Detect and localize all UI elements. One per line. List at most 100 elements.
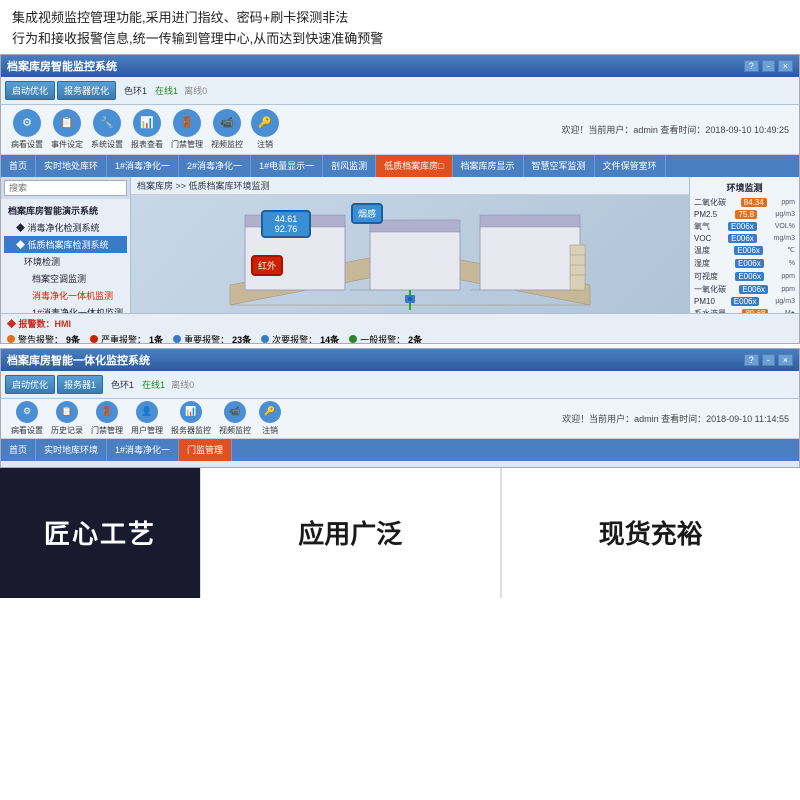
tree-node-lowarch[interactable]: ◆ 低质档案库检测系统 <box>4 236 127 253</box>
lower-history-item[interactable]: 📋 历史记录 <box>51 401 83 436</box>
event-icon-item[interactable]: 📋 事件设定 <box>51 109 83 150</box>
sidebar-tree: 档案库房智能演示系统 ◆ 消毒净化检测系统 ◆ 低质档案库检测系统 环境检测 档… <box>1 199 130 313</box>
left-sidebar: 档案库房智能演示系统 ◆ 消毒净化检测系统 ◆ 低质档案库检测系统 环境检测 档… <box>1 177 131 313</box>
env-pm25-unit: μg/m3 <box>775 211 795 218</box>
alert-panel: ◆ 报警数：HMI 警告报警： 9条 严重报警： 1条 重要报警： 23条 次要… <box>1 313 799 344</box>
toolbar-server-btn[interactable]: 报务器优化 <box>57 81 116 100</box>
door-icon: 🚪 <box>173 109 201 137</box>
general-count: 2条 <box>408 333 422 344</box>
lower-toolbar-optimize-btn[interactable]: 启动优化 <box>5 375 55 394</box>
lower-close-btn[interactable]: × <box>778 354 793 366</box>
env-temp-row: 温度 E006x ℃ <box>694 245 795 256</box>
tree-node-root[interactable]: 档案库房智能演示系统 <box>4 202 127 219</box>
nav-tab-disinfect2[interactable]: 2#消毒净化一 <box>179 155 251 177</box>
env-co-unit: ppm <box>781 286 795 293</box>
search-input[interactable] <box>4 180 127 196</box>
nav-tab-disinfect1[interactable]: 1#消毒净化一 <box>107 155 179 177</box>
video-icon-item[interactable]: 📹 视频监控 <box>211 109 243 150</box>
nav-tab-home[interactable]: 首页 <box>1 155 36 177</box>
env-pm10-unit: μg/m3 <box>775 298 795 305</box>
env-voc-row: VOC E006x mg/m3 <box>694 234 795 243</box>
tree-node-ac[interactable]: 档案空调监测 <box>4 270 127 287</box>
toolbar-optimize-btn[interactable]: 启动优化 <box>5 81 55 100</box>
tree-node-disinfect-unit[interactable]: 消毒净化一体机监测 <box>4 287 127 304</box>
top-text-line1: 集成视频监控管理功能,采用进门指纹、密码+刷卡探测非法 <box>12 8 788 29</box>
help-btn[interactable]: ? <box>744 60 759 72</box>
minimize-btn[interactable]: - <box>762 60 775 72</box>
env-voc-unit: mg/m3 <box>774 235 795 242</box>
logout-label: 注销 <box>257 139 273 150</box>
lower-nav-disinfect[interactable]: 1#消毒净化一 <box>107 439 179 461</box>
warning-count: 9条 <box>66 333 80 344</box>
system-icon: 🔧 <box>93 109 121 137</box>
sensor-ir-label: 红外 <box>258 261 276 271</box>
tree-node-disinfect1[interactable]: 1#消毒净化一体机监测 <box>4 304 127 313</box>
settings-label: 病看设置 <box>11 139 43 150</box>
lower-server-item[interactable]: 📊 报务器监控 <box>171 401 211 436</box>
nav-tab-lowarch[interactable]: 低质档案库房□ <box>376 155 452 177</box>
env-visibility-label: 可视度 <box>694 271 718 282</box>
lower-minimize-btn[interactable]: - <box>762 354 775 366</box>
nav-tab-smart[interactable]: 智慧空军监测 <box>524 155 595 177</box>
minor-dot <box>261 335 269 343</box>
system-icon-item[interactable]: 🔧 系统设置 <box>91 109 123 150</box>
lower-logout-label: 注销 <box>262 425 278 436</box>
lower-toolbar: 启动优化 报务器1 色环1 在线1 离线0 <box>1 371 799 399</box>
nav-tab-power[interactable]: 1#电量显示一 <box>251 155 323 177</box>
close-btn[interactable]: × <box>778 60 793 72</box>
3d-floorplan: 44.61 92.76 烟感 红外 <box>131 195 689 313</box>
tree-node-disinfect[interactable]: ◆ 消毒净化检测系统 <box>4 219 127 236</box>
general-label: 一般报警： <box>360 333 405 344</box>
nav-tab-file[interactable]: 文件保管室环 <box>595 155 666 177</box>
lower-user-label: 用户管理 <box>131 425 163 436</box>
env-pm10-row: PM10 E006x μg/m3 <box>694 297 795 306</box>
lower-video-item[interactable]: 📹 视频监控 <box>219 401 251 436</box>
env-temp-label: 温度 <box>694 245 710 256</box>
critical-count: 1条 <box>149 333 163 344</box>
door-icon-item[interactable]: 🚪 门禁管理 <box>171 109 203 150</box>
lower-door-item[interactable]: 🚪 门禁管理 <box>91 401 123 436</box>
lower-nav-door[interactable]: 门监管理 <box>179 439 232 461</box>
env-pm25-label: PM2.5 <box>694 210 717 219</box>
env-co-row: 一氧化碳 E006x ppm <box>694 284 795 295</box>
nav-tab-realtime[interactable]: 实时地处库环 <box>36 155 107 177</box>
lower-nav-home[interactable]: 首页 <box>1 439 36 461</box>
lower-help-btn[interactable]: ? <box>744 354 759 366</box>
marketing-right-text: 现货充裕 <box>599 514 703 551</box>
lower-nav-realtime[interactable]: 实时地库环境 <box>36 439 107 461</box>
lower-logout-item[interactable]: 🔑 注销 <box>259 401 281 436</box>
content-area: 档案库房智能演示系统 ◆ 消毒净化检测系统 ◆ 低质档案库检测系统 环境检测 档… <box>1 177 799 313</box>
sensor-temp-humidity[interactable]: 44.61 92.76 <box>261 210 311 238</box>
report-icon-item[interactable]: 📊 报表查看 <box>131 109 163 150</box>
tree-node-env[interactable]: 环境检测 <box>4 253 127 270</box>
env-water-row: 系水液量 89.68 M● <box>694 308 795 313</box>
env-o2-label: 氧气 <box>694 221 710 232</box>
important-label: 重要报警： <box>184 333 229 344</box>
sensor-smoke[interactable]: 烟感 <box>351 203 383 224</box>
lower-user-item[interactable]: 👤 用户管理 <box>131 401 163 436</box>
icon-toolbar: ⚙ 病看设置 📋 事件设定 🔧 系统设置 📊 报表查看 🚪 门禁管理 📹 视频监… <box>1 105 799 155</box>
lower-settings-item[interactable]: ⚙ 病看设置 <box>11 401 43 436</box>
sensor-humidity-value: 92.76 <box>275 224 298 234</box>
lower-window-controls: ? - × <box>744 354 793 366</box>
top-text-line2: 行为和接收报警信息,统一传输到管理中心,从而达到快速准确预警 <box>12 29 788 50</box>
env-co2-row: 二氧化碳 84.34 ppm <box>694 197 795 208</box>
report-icon: 📊 <box>133 109 161 137</box>
marketing-middle: 应用广泛 <box>201 468 500 598</box>
upper-system-window: 档案库房智能监控系统 ? - × 启动优化 报务器优化 色环1 在线1 离线0 … <box>0 54 800 344</box>
logout-icon-item[interactable]: 🔑 注销 <box>251 109 279 150</box>
env-humidity-value: E006x <box>735 259 764 268</box>
nav-tab-display[interactable]: 档案库房显示 <box>453 155 524 177</box>
env-o2-unit: VOL% <box>775 223 795 230</box>
sensor-infrared[interactable]: 红外 <box>251 255 283 276</box>
general-dot <box>349 335 357 343</box>
lower-online: 在线1 <box>142 378 165 391</box>
settings-icon-item[interactable]: ⚙ 病看设置 <box>11 109 43 150</box>
warning-label: 警告报警： <box>18 333 63 344</box>
offline-status: 离线0 <box>184 84 207 97</box>
lower-door-icon: 🚪 <box>96 401 118 423</box>
nav-tab-wind[interactable]: 剖风监测 <box>323 155 376 177</box>
upper-titlebar: 档案库房智能监控系统 ? - × <box>1 55 799 77</box>
lower-toolbar-server-btn[interactable]: 报务器1 <box>57 375 103 394</box>
event-icon: 📋 <box>53 109 81 137</box>
